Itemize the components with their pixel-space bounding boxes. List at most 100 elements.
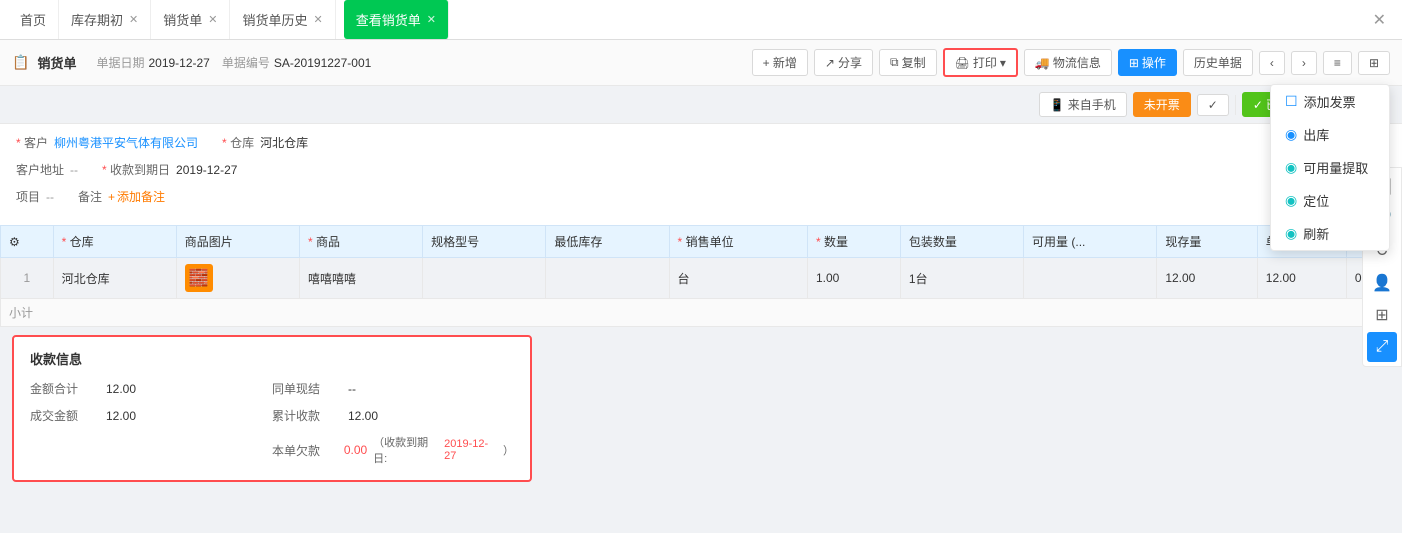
customer-label: 客户 [16, 134, 48, 151]
doc-number-value: SA-20191227-001 [274, 56, 371, 70]
doc-date-value: 2019-12-27 [148, 56, 209, 70]
print-button[interactable]: 🖨 打印 ▾ [943, 48, 1018, 77]
table-row: 1 河北仓库 🧱 嘻嘻嘻嘻 台 1.00 1台 12.00 12.0 [1, 258, 1402, 299]
doc-date-field: 单据日期 2019-12-27 [96, 54, 209, 71]
payment-grid: 金额合计 12.00 同单现结 -- 成交金额 12.00 累计收款 12.00… [30, 378, 514, 468]
tab-sales-order-close[interactable]: ✕ [208, 13, 217, 26]
warehouse-label: 仓库 [222, 134, 254, 151]
dropdown-outbound[interactable]: ◉ 出库 [1271, 118, 1389, 151]
tab-bar: 首页 库存期初 ✕ 销货单 ✕ 销货单历史 ✕ 查看销货单 ✕ ✕ [0, 0, 1402, 40]
grid-icon: ⊞ [1369, 56, 1379, 70]
due-date-value: 2019-12-27 [176, 163, 237, 177]
copy-icon: ⧉ [890, 55, 899, 70]
tab-sales-history-close[interactable]: ✕ [314, 13, 323, 26]
project-field: 项目 -- [16, 188, 54, 205]
operation-button[interactable]: ⊞ 操作 [1118, 49, 1177, 76]
th-quantity: 数量 [807, 226, 900, 258]
from-mobile-button[interactable]: 📱 来自手机 [1039, 92, 1127, 117]
customer-field: 客户 柳州粤港平安气体有限公司 [16, 134, 198, 151]
accumulated-value: 12.00 [348, 409, 378, 423]
project-label: 项目 [16, 188, 40, 205]
accumulated-row: 累计收款 12.00 [272, 405, 514, 426]
accumulated-label: 累计收款 [272, 407, 342, 424]
tab-home-label: 首页 [20, 10, 46, 29]
th-unit: 销售单位 [669, 226, 807, 258]
th-pack-qty: 包装数量 [900, 226, 1023, 258]
owed-label: 本单欠款 [272, 442, 338, 459]
tab-inventory-init[interactable]: 库存期初 ✕ [59, 0, 151, 39]
th-settings[interactable]: ⚙ [1, 226, 54, 258]
dropdown-add-invoice[interactable]: ☐ 添加发票 [1271, 85, 1389, 118]
address-value: -- [70, 163, 78, 177]
share-icon: ↗ [825, 56, 835, 70]
tab-view-sales-label: 查看销货单 [356, 10, 421, 29]
due-date-field: 收款到期日 2019-12-27 [102, 161, 237, 178]
product-img-icon: 🧱 [189, 268, 209, 288]
amount-total-value: 12.00 [106, 382, 136, 396]
same-order-label: 同单现结 [272, 380, 342, 397]
dropdown-locate[interactable]: ◉ 定位 [1271, 184, 1389, 217]
operation-label: 操作 [1142, 54, 1166, 71]
outbound-icon: ◉ [1285, 126, 1297, 143]
history-button[interactable]: 历史单据 [1183, 49, 1253, 76]
copy-label: 复制 [902, 54, 926, 71]
expand-sidebar-button[interactable]: ⤢ [1367, 332, 1397, 362]
transaction-label: 成交金额 [30, 407, 100, 424]
toolbar: + 新增 ↗ 分享 ⧉ 复制 🖨 打印 ▾ 🚚 物流信息 ⊞ 操作 [752, 48, 1390, 77]
user-sidebar-button[interactable]: 👤 [1367, 268, 1397, 298]
logistics-button[interactable]: 🚚 物流信息 [1024, 49, 1112, 76]
add-note-label: 添加备注 [117, 188, 165, 205]
view-list-button[interactable]: ≡ [1323, 51, 1352, 75]
not-open-button[interactable]: 未开票 [1133, 92, 1191, 117]
dropdown-refresh[interactable]: ◉ 刷新 [1271, 217, 1389, 250]
subtotal-label: 小计 [1, 299, 1402, 327]
doc-number-label: 单据编号 [222, 54, 270, 71]
tab-inventory-close[interactable]: ✕ [129, 13, 138, 26]
project-value: -- [46, 190, 54, 204]
tab-home[interactable]: 首页 [8, 0, 59, 39]
operation-icon: ⊞ [1129, 56, 1139, 70]
due-note: （收款到期日: [373, 434, 438, 466]
window-close-button[interactable]: ✕ [1365, 10, 1394, 30]
due-date-label: 收款到期日 [102, 161, 170, 178]
address-field: 客户地址 -- [16, 161, 78, 178]
th-min-stock: 最低库存 [546, 226, 669, 258]
owed-value: 0.00 [344, 443, 367, 457]
new-button[interactable]: + 新增 [752, 49, 808, 76]
print-icon: 🖨 [955, 56, 970, 70]
dropdown-add-invoice-label: 添加发票 [1304, 92, 1356, 111]
tab-sales-order[interactable]: 销货单 ✕ [151, 0, 230, 39]
add-note-button[interactable]: + 添加备注 [108, 188, 165, 205]
form-row-2: 客户地址 -- 收款到期日 2019-12-27 票据类型 不开票 [16, 161, 1386, 178]
nav-next-button[interactable]: › [1291, 51, 1317, 75]
customer-value[interactable]: 柳州粤港平安气体有限公司 [54, 134, 198, 151]
tab-sales-order-label: 销货单 [163, 10, 202, 29]
check-icon-button[interactable]: ✓ [1197, 94, 1229, 116]
th-product: 商品 [299, 226, 422, 258]
th-available: 可用量 (... [1024, 226, 1157, 258]
row-spec [423, 258, 546, 299]
product-table-wrap: ⚙ 仓库 商品图片 商品 规格型号 最低库存 销售单位 数量 包装数量 可用量 … [0, 225, 1402, 327]
warehouse-value: 河北仓库 [260, 134, 308, 151]
payment-section: 收款信息 金额合计 12.00 同单现结 -- 成交金额 12.00 累计收款 … [12, 335, 532, 482]
copy-button[interactable]: ⧉ 复制 [879, 49, 937, 76]
same-order-value: -- [348, 382, 356, 396]
doc-number-field: 单据编号 SA-20191227-001 [222, 54, 371, 71]
tab-view-sales-close[interactable]: ✕ [427, 13, 436, 26]
locate-icon: ◉ [1285, 192, 1297, 209]
view-grid-button[interactable]: ⊞ [1358, 51, 1390, 75]
table-sidebar-button[interactable]: ⊞ [1367, 300, 1397, 330]
new-label: + 新增 [763, 54, 797, 71]
nav-prev-button[interactable]: ‹ [1259, 51, 1285, 75]
row-unit: 台 [669, 258, 807, 299]
document-header: 📋 销货单 单据日期 2019-12-27 单据编号 SA-20191227-0… [0, 40, 1402, 86]
tab-view-sales[interactable]: 查看销货单 ✕ [344, 0, 449, 39]
add-invoice-icon: ☐ [1285, 93, 1298, 110]
tab-sales-history[interactable]: 销货单历史 ✕ [230, 0, 335, 39]
warehouse-field: 仓库 河北仓库 [222, 134, 308, 151]
form-area: 客户 柳州粤港平安气体有限公司 仓库 河北仓库 业务员 演示账号 客户地址 --… [0, 124, 1402, 225]
share-button[interactable]: ↗ 分享 [814, 49, 873, 76]
th-warehouse: 仓库 [53, 226, 176, 258]
row-image: 🧱 [176, 258, 299, 299]
dropdown-available[interactable]: ◉ 可用量提取 [1271, 151, 1389, 184]
